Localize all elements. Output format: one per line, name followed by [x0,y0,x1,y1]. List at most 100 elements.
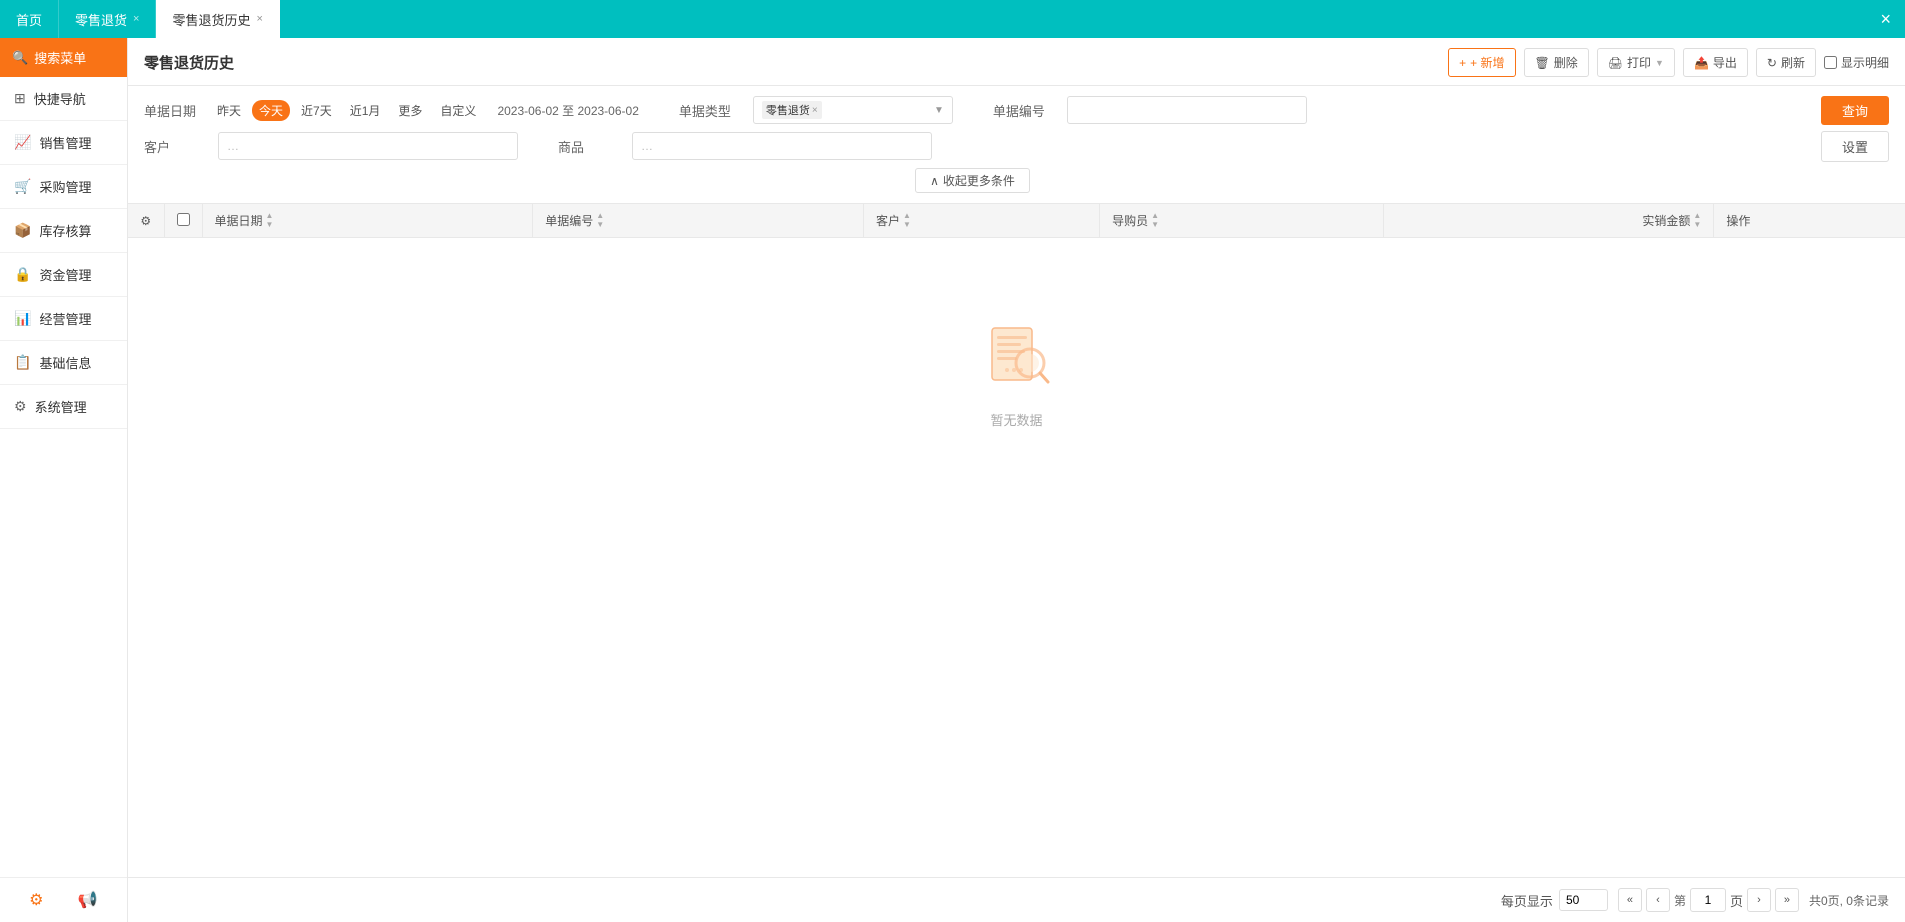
collapse-row: ∧ 收起更多条件 [144,168,1801,193]
sidebar-item-finance[interactable]: 🔒 资金管理 [0,253,127,297]
sidebar-item-system[interactable]: ⚙ 系统管理 [0,385,127,429]
lock-icon: 🔒 [14,266,31,283]
tab-home[interactable]: 首页 [0,0,59,38]
th-customer: 客户 ▲ ▼ [863,204,1099,238]
sidebar-item-basic-info-label: 基础信息 [39,353,91,372]
window-close-button[interactable]: × [1866,9,1905,30]
sidebar-item-inventory-label: 库存核算 [39,221,91,240]
export-button[interactable]: 📤 导出 [1683,48,1748,77]
tab-retail-return-history-close[interactable]: × [256,13,262,25]
sidebar-item-inventory[interactable]: 📦 库存核算 [0,209,127,253]
goods-filter-group: 商品 … [558,132,932,160]
goods-filter-label: 商品 [558,137,618,156]
action-buttons: 查询 设置 [1821,96,1889,162]
table-header: ⚙ 单据日期 ▲ ▼ [128,204,1905,238]
delete-button[interactable]: 🗑 删除 [1524,48,1589,77]
grid-icon: ⊞ [14,90,26,107]
query-button[interactable]: 查询 [1821,96,1889,125]
sidebar-item-basic-info[interactable]: 📋 基础信息 [0,341,127,385]
th-checkbox[interactable] [164,204,202,238]
operation-icon: 📊 [14,310,31,327]
page-size-select[interactable]: 50 10 20 100 [1559,889,1608,911]
date-option-yesterday[interactable]: 昨天 [210,100,248,121]
customer-filter-input[interactable]: … [218,132,518,160]
select-all-checkbox[interactable] [177,213,190,226]
sidebar-item-finance-label: 资金管理 [39,265,91,284]
date-option-today[interactable]: 今天 [252,100,290,121]
sidebar-search[interactable]: 🔍 搜索菜单 [0,38,127,77]
empty-illustration [972,318,1062,398]
tab-retail-return-history-label: 零售退货历史 [172,10,250,29]
type-tag-close[interactable]: × [812,105,818,116]
page-title: 零售退货历史 [144,52,234,73]
page-unit: 页 [1730,891,1743,910]
show-detail-checkbox[interactable] [1824,56,1837,69]
settings-bottom-icon[interactable]: ⚙ [29,890,43,910]
date-sort-arrows[interactable]: ▲ ▼ [266,212,274,229]
docno-sort-arrows[interactable]: ▲ ▼ [596,212,604,229]
collapse-button[interactable]: ∧ 收起更多条件 [915,168,1030,193]
guide-sort-arrows[interactable]: ▲ ▼ [1151,212,1159,229]
filter-area: 单据日期 昨天 今天 近7天 近1月 更多 自定义 2023-06-02 至 2… [128,86,1905,204]
sidebar-item-purchase[interactable]: 🛒 采购管理 [0,165,127,209]
date-option-more[interactable]: 更多 [391,100,429,121]
search-icon: 🔍 [12,50,28,66]
refresh-button[interactable]: ↻ 刷新 [1756,48,1816,77]
page-first-button[interactable]: « [1618,888,1642,912]
goods-filter-input[interactable]: … [632,132,932,160]
type-filter-select[interactable]: 零售退货 × ▼ [753,96,953,124]
customer-filter-label: 客户 [144,137,204,156]
top-bar: 首页 零售退货 × 零售退货历史 × × [0,0,1905,38]
th-action: 操作 [1714,204,1905,238]
sidebar-item-quick-nav-label: 快捷导航 [34,89,86,108]
date-options: 昨天 今天 近7天 近1月 更多 自定义 [210,100,483,121]
show-detail-checkbox-wrap[interactable]: 显示明细 [1824,54,1889,71]
doc-icon: 📋 [14,354,31,371]
page-next-button[interactable]: › [1747,888,1771,912]
print-arrow-icon: ▼ [1655,58,1664,68]
th-amount: 实销金额 ▲ ▼ [1383,204,1714,238]
sidebar-item-purchase-label: 采购管理 [39,177,91,196]
page-prev-button[interactable]: ‹ [1646,888,1670,912]
tab-retail-return-history[interactable]: 零售退货历史 × [156,0,279,38]
docno-filter-input[interactable] [1067,96,1307,124]
print-button[interactable]: 🖨 打印 ▼ [1597,48,1675,77]
tab-bar: 首页 零售退货 × 零售退货历史 × [0,0,1866,38]
data-table: ⚙ 单据日期 ▲ ▼ [128,204,1905,509]
add-icon: + [1459,56,1466,70]
docno-filter-label: 单据编号 [993,101,1053,120]
page-size-wrap: 每页显示 50 10 20 100 [1501,889,1608,911]
tab-retail-return-label: 零售退货 [75,10,127,29]
table-container: ⚙ 单据日期 ▲ ▼ [128,204,1905,877]
customer-sort-arrows[interactable]: ▲ ▼ [903,212,911,229]
sidebar-item-operation[interactable]: 📊 经营管理 [0,297,127,341]
main-layout: 🔍 搜索菜单 ⊞ 快捷导航 📈 销售管理 🛒 采购管理 📦 库存核算 🔒 资金管… [0,38,1905,922]
date-option-custom[interactable]: 自定义 [433,100,483,121]
empty-state: 暂无数据 [128,238,1905,509]
collapse-icon: ∧ [930,174,939,188]
tab-retail-return-close[interactable]: × [133,13,139,25]
page-input[interactable] [1690,888,1726,912]
date-filter-label: 单据日期 [144,101,204,120]
header-actions: + + 新增 🗑 删除 🖨 打印 ▼ 📤 导出 ↻ [1448,48,1889,77]
amount-sort-arrows[interactable]: ▲ ▼ [1693,212,1701,229]
export-icon: 📤 [1694,56,1709,70]
audio-bottom-icon[interactable]: 📢 [78,890,98,910]
settings-icon[interactable]: ⚙ [140,214,151,228]
sidebar-item-quick-nav[interactable]: ⊞ 快捷导航 [0,77,127,121]
page-last-button[interactable]: » [1775,888,1799,912]
date-option-last7days[interactable]: 近7天 [294,100,339,121]
table-body: 暂无数据 [128,238,1905,510]
tab-retail-return[interactable]: 零售退货 × [59,0,156,38]
page-label: 第 [1674,892,1686,909]
date-option-last1month[interactable]: 近1月 [343,100,388,121]
tab-home-label: 首页 [16,10,42,29]
chart-icon: 📈 [14,134,31,151]
print-icon: 🖨 [1608,56,1623,70]
sidebar-item-sales[interactable]: 📈 销售管理 [0,121,127,165]
page-size-label: 每页显示 [1501,891,1553,910]
th-docno: 单据编号 ▲ ▼ [533,204,864,238]
set-button[interactable]: 设置 [1821,131,1889,162]
add-button[interactable]: + + 新增 [1448,48,1515,77]
th-settings[interactable]: ⚙ [128,204,164,238]
